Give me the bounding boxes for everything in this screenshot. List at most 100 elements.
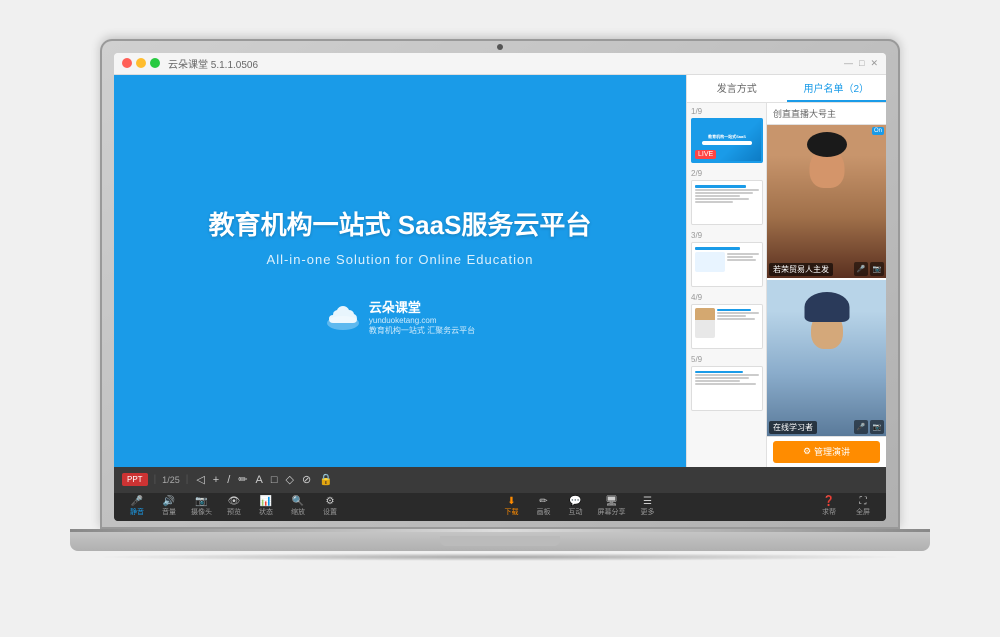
shape-tool[interactable]: ◇ [284, 473, 296, 486]
volume-label: 音量 [162, 507, 176, 517]
settings-label: 设置 [323, 507, 337, 517]
tool-mic[interactable]: 🎤 静音 [122, 496, 152, 517]
tool-fullscreen[interactable]: ⛶ 全屏 [848, 496, 878, 517]
bottom-toolbar: PPT | 1/25 | ◁ + / ✏ A □ ◇ ⊘ [114, 467, 886, 521]
laptop-base [70, 529, 930, 551]
more-icon: ☰ [643, 496, 652, 507]
user-panel-header: 创直直播大号主 [767, 103, 886, 125]
tool-zoom[interactable]: 🔍 缩放 [283, 496, 313, 517]
chat-icon: 💬 [569, 496, 581, 507]
toolbar-drawing: PPT | 1/25 | ◁ + / ✏ A □ ◇ ⊘ [114, 467, 886, 493]
win-close[interactable]: ✕ [870, 58, 878, 69]
tool-status[interactable]: 📊 状态 [251, 496, 281, 517]
title-bar: 云朵课堂 5.1.1.0506 — □ ✕ [114, 53, 886, 75]
content-area: 教育机构一站式 SaaS服务云平台 All-in-one Solution fo… [114, 75, 886, 467]
video-name-bottom: 在线学习者 [769, 421, 817, 434]
right-panel: 发言方式 用户名单（2） 1/9 [686, 75, 886, 467]
tool-screen-share[interactable]: 🖥 屏幕分享 [593, 496, 631, 517]
slide-main: 教育机构一站式 SaaS服务云平台 All-in-one Solution fo… [114, 75, 686, 467]
mini-slide-5 [692, 367, 762, 410]
tool-download[interactable]: ⬇ 下载 [497, 496, 527, 517]
vid-ctrl-cam-top[interactable]: 📷 [870, 262, 884, 276]
vid-ctrl-cam-bottom[interactable]: 📷 [870, 420, 884, 434]
help-label: 求帮 [822, 507, 836, 517]
app-body: 教育机构一站式 SaaS服务云平台 All-in-one Solution fo… [114, 75, 886, 521]
tool-help[interactable]: ❓ 求帮 [814, 496, 844, 517]
mini-slide-text-1: 教育机构一站式SaaS [708, 134, 746, 139]
thumb-number-5: 5/9 [691, 355, 762, 364]
screen-bezel: 云朵课堂 5.1.1.0506 — □ ✕ 教育机构一站式 SaaS服务云平台 … [100, 39, 900, 529]
slide-title-en: All-in-one Solution for Online Education [267, 252, 534, 267]
tab-user-list[interactable]: 用户名单（2） [787, 75, 887, 102]
pen-tool[interactable]: / [225, 474, 232, 486]
screen-content: 云朵课堂 5.1.1.0506 — □ ✕ 教育机构一站式 SaaS服务云平台 … [114, 53, 886, 521]
slide-thumbnails: 1/9 教育机构一站式SaaS LIVE [687, 103, 767, 467]
draw-icon: ✏ [539, 496, 547, 507]
mic-icon: 🎤 [131, 496, 143, 507]
panel-tabs: 发言方式 用户名单（2） [687, 75, 886, 103]
tool-camera[interactable]: 📷 摄像头 [186, 496, 217, 517]
draw-label: 画板 [537, 507, 551, 517]
presenter-label: 创直直播大号主 [773, 109, 836, 119]
win-minimize[interactable]: — [844, 58, 853, 69]
preview-icon: 👁 [228, 496, 241, 507]
laptop-mockup: 云朵课堂 5.1.1.0506 — □ ✕ 教育机构一站式 SaaS服务云平台 … [70, 39, 930, 599]
thumbnail-3[interactable]: 3/9 [691, 231, 762, 287]
logo-slogan: 教育机构一站式 汇聚务云平台 [369, 325, 475, 336]
tool-settings[interactable]: ⚙ 设置 [315, 496, 345, 517]
prev-page-btn[interactable]: ◁ [194, 473, 206, 486]
face-top-bg [767, 125, 886, 279]
logo-url: yunduoketang.com [369, 316, 475, 325]
camera-dot [497, 44, 503, 50]
vid-ctrl-mic-top[interactable]: 🎤 [854, 262, 868, 276]
manage-btn-icon: ⚙ [803, 446, 811, 457]
tab-speak-mode[interactable]: 发言方式 [687, 75, 787, 102]
status-icon: 📊 [260, 496, 272, 507]
close-button[interactable] [122, 58, 132, 68]
manage-lecture-button[interactable]: ⚙ 管理演讲 [773, 441, 880, 463]
mini-slide-3 [692, 243, 762, 286]
tool-volume[interactable]: 🔊 音量 [154, 496, 184, 517]
eraser-tool[interactable]: ⊘ [300, 473, 313, 486]
logo-cloud-icon [325, 303, 361, 331]
tool-preview[interactable]: 👁 预览 [219, 496, 249, 517]
thumb-img-1: 教育机构一站式SaaS LIVE [691, 118, 763, 163]
maximize-button[interactable] [150, 58, 160, 68]
thumbnail-1[interactable]: 1/9 教育机构一站式SaaS LIVE [691, 107, 762, 163]
thumbnail-5[interactable]: 5/9 [691, 355, 762, 411]
tool-chat[interactable]: 💬 互动 [561, 496, 591, 517]
panel-body: 1/9 教育机构一站式SaaS LIVE [687, 103, 886, 467]
title-win-controls: — □ ✕ [844, 58, 878, 69]
win-maximize[interactable]: □ [859, 58, 864, 69]
laptop-shadow [90, 553, 910, 561]
toolbar-right-controls: ❓ 求帮 ⛶ 全屏 [814, 496, 878, 517]
mini-slide-2 [692, 181, 762, 224]
download-label: 下载 [505, 507, 519, 517]
minimize-button[interactable] [136, 58, 146, 68]
mini-slide-4 [692, 305, 762, 348]
tool-draw[interactable]: ✏ 画板 [529, 496, 559, 517]
thumbnail-4[interactable]: 4/9 [691, 293, 762, 349]
logo-name: 云朵课堂 [369, 297, 475, 316]
video-feed-top: 若荣贸易人主发 🎤 📷 On [767, 125, 886, 281]
manage-btn-area: ⚙ 管理演讲 [767, 436, 886, 467]
status-label: 状态 [259, 507, 273, 517]
text-tool[interactable]: A [254, 474, 265, 486]
manage-btn-label: 管理演讲 [814, 445, 850, 458]
rect-tool[interactable]: □ [269, 474, 280, 486]
preview-label: 预览 [227, 507, 241, 517]
settings-icon: ⚙ [326, 496, 335, 507]
thumbnail-2[interactable]: 2/9 [691, 169, 762, 225]
separator-2: | [184, 474, 191, 485]
fullscreen-icon: ⛶ [860, 496, 867, 507]
vid-ctrl-mic-bottom[interactable]: 🎤 [854, 420, 868, 434]
lock-tool[interactable]: 🔒 [317, 473, 335, 486]
ppt-button[interactable]: PPT [122, 473, 148, 486]
trackpad-notch [440, 536, 560, 546]
logo-text: 云朵课堂 yunduoketang.com 教育机构一站式 汇聚务云平台 [369, 297, 475, 336]
thumb-number-3: 3/9 [691, 231, 762, 240]
add-tool[interactable]: + [211, 474, 221, 486]
mic-label: 静音 [130, 507, 144, 517]
tool-more[interactable]: ☰ 更多 [633, 496, 663, 517]
pencil-tool[interactable]: ✏ [236, 473, 249, 486]
